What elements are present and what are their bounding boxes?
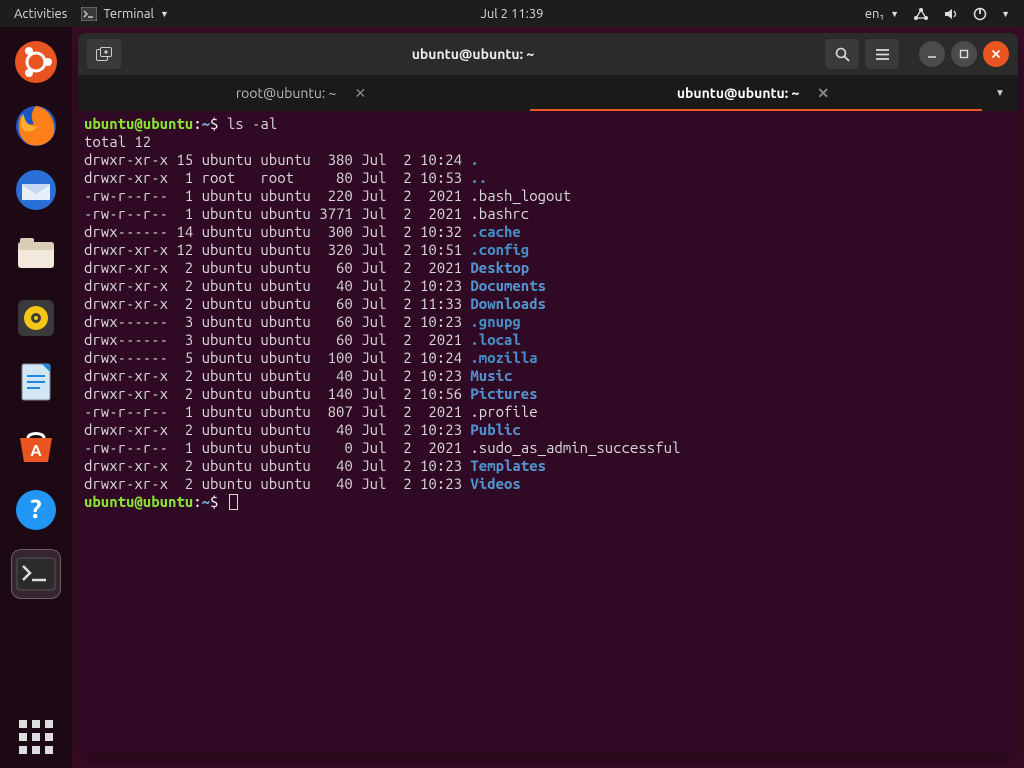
appmenu-button[interactable]: Terminal ▼	[81, 7, 169, 21]
svg-text:A: A	[30, 442, 42, 460]
tab-strip: root@ubuntu: ~ ✕ ubuntu@ubuntu: ~ ✕ ▼	[78, 75, 1018, 111]
terminal-window: ubuntu@ubuntu: ~ root@ubuntu: ~ ✕ ubuntu…	[78, 33, 1018, 753]
input-source-indicator[interactable]: en₁ ▼	[865, 7, 899, 21]
tab-close-button[interactable]: ✕	[811, 83, 835, 104]
volume-icon[interactable]	[943, 7, 959, 21]
dock-firefox[interactable]	[11, 101, 61, 151]
terminal-viewport[interactable]: ubuntu@ubuntu:~$ ls -al total 12 drwxr-x…	[78, 111, 1018, 753]
dock-terminal[interactable]	[11, 549, 61, 599]
dock-ubuntu-software[interactable]: A	[11, 421, 61, 471]
hamburger-icon	[875, 48, 890, 61]
close-button[interactable]	[983, 41, 1009, 67]
svg-text:?: ?	[30, 494, 41, 523]
chevron-down-icon: ▼	[995, 87, 1005, 99]
maximize-icon	[959, 49, 969, 59]
dock-thunderbird[interactable]	[11, 165, 61, 215]
network-icon[interactable]	[913, 7, 929, 21]
chevron-down-icon: ▼	[160, 9, 169, 19]
power-icon[interactable]	[973, 7, 987, 21]
chevron-down-icon: ▼	[890, 9, 899, 19]
tab-overflow-button[interactable]: ▼	[982, 75, 1018, 111]
titlebar[interactable]: ubuntu@ubuntu: ~	[78, 33, 1018, 75]
dock-help[interactable]: ?	[11, 485, 61, 535]
minimize-button[interactable]	[919, 41, 945, 67]
chevron-down-icon[interactable]: ▼	[1001, 9, 1010, 19]
clock[interactable]: Jul 2 11:39	[480, 7, 543, 21]
gnome-topbar: Activities Terminal ▼ Jul 2 11:39 en₁ ▼ …	[0, 0, 1024, 27]
window-title: ubuntu@ubuntu: ~	[124, 46, 822, 62]
dock-libreoffice-writer[interactable]	[11, 357, 61, 407]
new-tab-icon	[96, 47, 112, 61]
appmenu-label: Terminal	[103, 7, 154, 21]
hamburger-menu-button[interactable]	[865, 39, 899, 69]
tab-ubuntu[interactable]: ubuntu@ubuntu: ~ ✕	[530, 75, 982, 111]
tab-label: ubuntu@ubuntu: ~	[677, 85, 800, 101]
tab-label: root@ubuntu: ~	[236, 85, 337, 101]
dock-rhythmbox[interactable]	[11, 293, 61, 343]
activities-button[interactable]: Activities	[14, 7, 67, 21]
dock-files[interactable]	[11, 229, 61, 279]
close-icon	[991, 49, 1001, 59]
tab-root[interactable]: root@ubuntu: ~ ✕	[78, 75, 530, 111]
minimize-icon	[927, 49, 937, 59]
dock-ubuntu-logo[interactable]	[11, 37, 61, 87]
search-icon	[835, 47, 850, 62]
tab-close-button[interactable]: ✕	[348, 83, 372, 104]
new-tab-button[interactable]	[87, 39, 121, 69]
terminal-icon	[81, 7, 97, 21]
dock: A ?	[0, 27, 72, 768]
show-applications-button[interactable]	[0, 720, 72, 754]
maximize-button[interactable]	[951, 41, 977, 67]
grid-icon	[19, 720, 53, 754]
search-button[interactable]	[825, 39, 859, 69]
